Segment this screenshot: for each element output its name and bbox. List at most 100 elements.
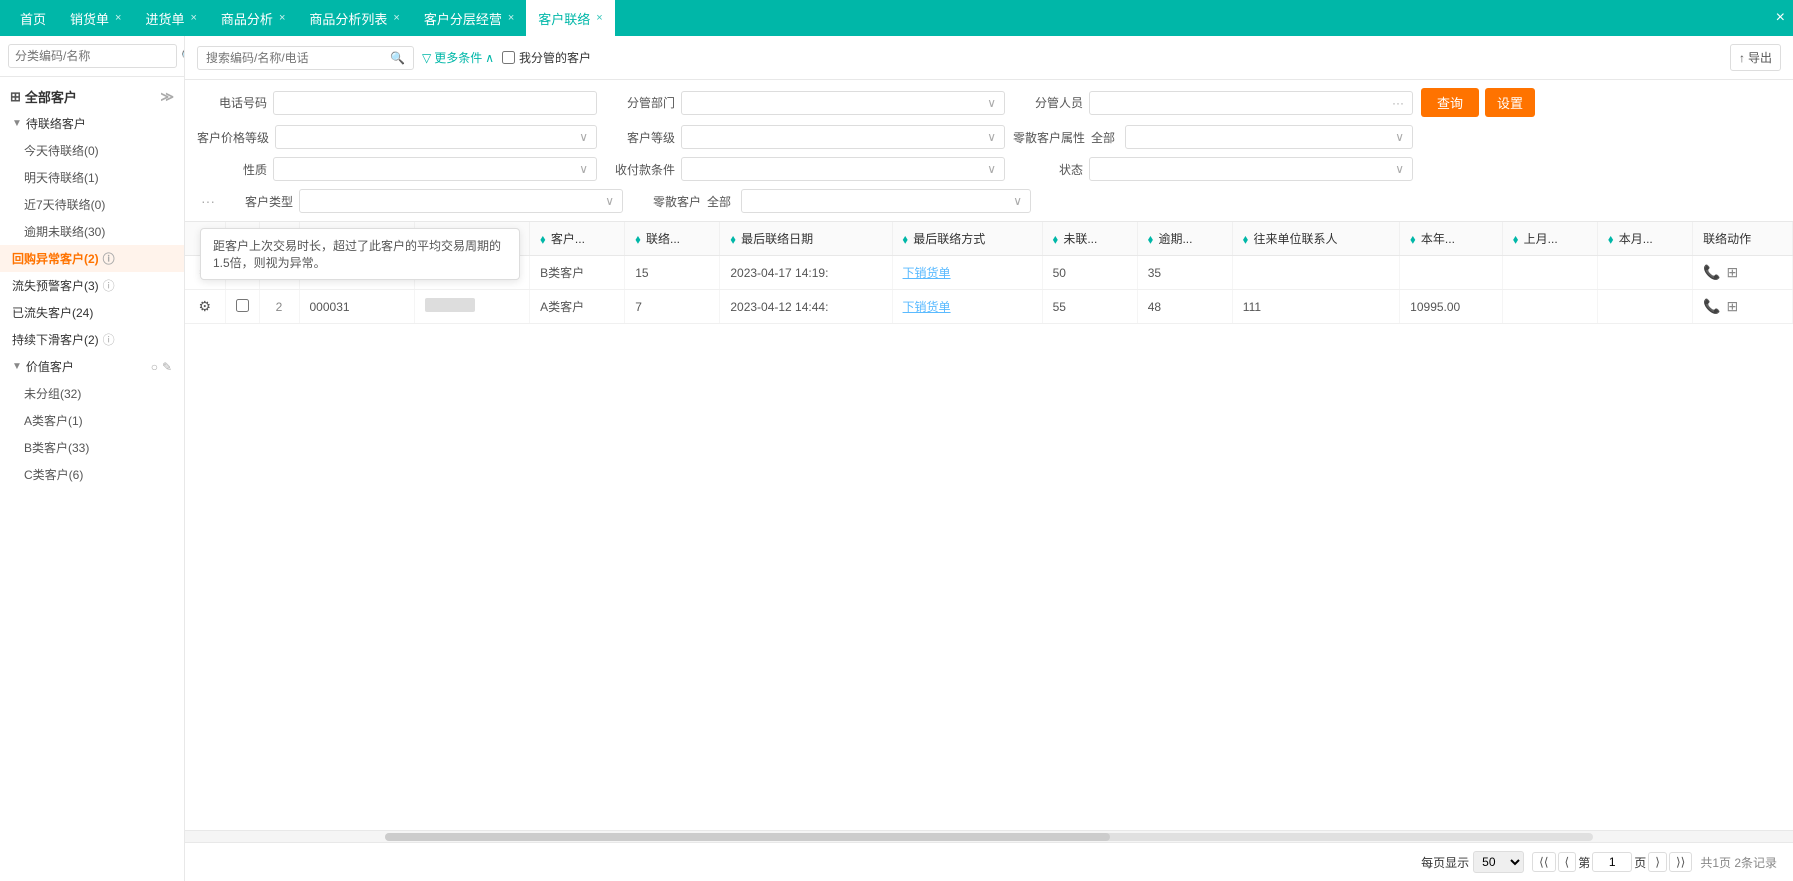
row1-contact-icon[interactable]: ⊞: [1727, 264, 1739, 281]
my-customers-checkbox[interactable]: [502, 51, 515, 64]
filter-scattered-customer-label: 零散客户: [631, 193, 701, 210]
close-product-analysis-icon[interactable]: ×: [279, 12, 285, 24]
row1-last-way-link[interactable]: 下销货单: [903, 266, 951, 280]
sidebar-value-title[interactable]: ▼ 价值客户 ○ ✎: [0, 353, 184, 380]
col-contacts-header[interactable]: ⬧ 联络...: [625, 222, 720, 256]
sidebar-declining-title[interactable]: 持续下滑客户(2) ⓘ: [0, 326, 184, 353]
info-icon3[interactable]: ⓘ: [103, 331, 115, 348]
row2-action-icons: 📞 ⊞: [1703, 298, 1782, 315]
more-conditions-btn[interactable]: ▽ 更多条件 ∧: [422, 49, 494, 66]
filter-dept-select[interactable]: ∨: [681, 91, 1005, 115]
col-uncontacted-header[interactable]: ⬧ 未联...: [1042, 222, 1137, 256]
filter-manager-select[interactable]: ···: [1089, 91, 1413, 115]
sidebar-value-a[interactable]: A类客户(1): [0, 407, 184, 434]
row1-phone-icon[interactable]: 📞: [1703, 264, 1720, 281]
filter-status: 状态 ∨: [1013, 157, 1413, 181]
col-this-month-header[interactable]: ⬧ 本月...: [1598, 222, 1693, 256]
sidebar-value-b[interactable]: B类客户(33): [0, 434, 184, 461]
export-button[interactable]: ↑ 导出: [1730, 44, 1781, 71]
sidebar-collapse-icon[interactable]: ≫: [160, 89, 174, 105]
col-type-header[interactable]: ⬧ 客户...: [530, 222, 625, 256]
query-button[interactable]: 查询: [1421, 88, 1479, 117]
tooltip-box: 距客户上次交易时长，超过了此客户的平均交易周期的1.5倍，则视为异常。: [200, 228, 520, 280]
last-page-button[interactable]: ⟩⟩: [1669, 852, 1692, 872]
table-row: ⚙ 2 000031 A类客户 7 2023-04-12 14:44:: [185, 290, 1793, 324]
export-icon: ↑: [1739, 51, 1745, 65]
sidebar-churn-warning-title[interactable]: 流失预警客户(3) ⓘ: [0, 272, 184, 299]
close-sales-order-icon[interactable]: ×: [115, 12, 121, 24]
main-search-icon[interactable]: 🔍: [390, 51, 405, 65]
filter-customer-type-select[interactable]: ∨: [299, 189, 623, 213]
col-contacts-sort-icon: ⬧: [635, 232, 640, 246]
sidebar-item-7days[interactable]: 近7天待联络(0): [0, 191, 184, 218]
sidebar-item-overdue[interactable]: 逾期未联络(30): [0, 218, 184, 245]
row1-last-way[interactable]: 下销货单: [892, 256, 1042, 290]
sidebar-search-input[interactable]: [8, 44, 177, 68]
sidebar-value-ungroup[interactable]: 未分组(32): [0, 380, 184, 407]
per-page-select[interactable]: 50 100 200: [1473, 851, 1524, 873]
row2-last-way[interactable]: 下销货单: [892, 290, 1042, 324]
row2-checkbox[interactable]: [236, 299, 249, 312]
sidebar-all-customers[interactable]: ⊞ 全部客户 ≫: [0, 83, 184, 110]
scroll-thumb[interactable]: [385, 833, 1110, 841]
info-icon2[interactable]: ⓘ: [103, 277, 115, 294]
sidebar-section-pending-title[interactable]: ▼ 待联络客户: [0, 110, 184, 137]
row2-name[interactable]: [414, 290, 529, 324]
nav-product-analysis-list[interactable]: 商品分析列表 ×: [297, 0, 411, 36]
prev-page-button[interactable]: ⟨: [1558, 852, 1577, 872]
col-last-way-header[interactable]: ⬧ 最后联络方式: [892, 222, 1042, 256]
filter-scattered-attr-select[interactable]: ∨: [1125, 125, 1413, 149]
settings-button[interactable]: 设置: [1485, 88, 1535, 117]
more-filter-icon[interactable]: ···: [201, 193, 215, 209]
filter-customer-level-select[interactable]: ∨: [681, 125, 1005, 149]
arrow-down-icon2: ▼: [12, 361, 22, 372]
my-customers-checkbox-area[interactable]: 我分管的客户: [502, 49, 591, 66]
filter-status-select[interactable]: ∨: [1089, 157, 1413, 181]
filter-phone-input[interactable]: [273, 91, 597, 115]
row2-phone-icon[interactable]: 📞: [1703, 298, 1720, 315]
close-purchase-order-icon[interactable]: ×: [190, 12, 196, 24]
scroll-track[interactable]: [385, 833, 1593, 841]
edit-icon[interactable]: ○: [151, 360, 158, 374]
nav-customer-layer[interactable]: 客户分层经营 ×: [412, 0, 526, 36]
filter-nature-select[interactable]: ∨: [273, 157, 597, 181]
first-page-button[interactable]: ⟨⟨: [1532, 852, 1555, 872]
sidebar-churned-title[interactable]: 已流失客户(24): [0, 299, 184, 326]
page-number-input[interactable]: [1592, 852, 1632, 872]
nav-purchase-order[interactable]: 进货单 ×: [133, 0, 208, 36]
filter-scattered-customer-select[interactable]: ∨: [741, 189, 1031, 213]
sidebar-item-tomorrow[interactable]: 明天待联络(1): [0, 164, 184, 191]
nav-home[interactable]: 首页: [8, 0, 58, 36]
col-overdue-header[interactable]: ⬧ 逾期...: [1137, 222, 1232, 256]
close-product-analysis-list-icon[interactable]: ×: [393, 12, 399, 24]
filter-price-level-select[interactable]: ∨: [275, 125, 597, 149]
close-customer-contact-icon[interactable]: ×: [596, 12, 602, 24]
sidebar-repurchase-abnormal-title[interactable]: 回购异常客户(2) ⓘ: [0, 245, 184, 272]
close-customer-layer-icon[interactable]: ×: [508, 12, 514, 24]
sidebar-item-today[interactable]: 今天待联络(0): [0, 137, 184, 164]
col-last-date-header[interactable]: ⬧ 最后联络日期: [720, 222, 892, 256]
horizontal-scrollbar[interactable]: [185, 830, 1793, 842]
col-this-year-header[interactable]: ⬧ 本年...: [1400, 222, 1503, 256]
nav-product-analysis[interactable]: 商品分析 ×: [209, 0, 297, 36]
row2-settings[interactable]: ⚙: [185, 290, 225, 324]
sidebar-value-c[interactable]: C类客户(6): [0, 461, 184, 488]
filter-payment-select[interactable]: ∨: [681, 157, 1005, 181]
next-page-button[interactable]: ⟩: [1648, 852, 1667, 872]
row2-check[interactable]: [225, 290, 259, 324]
filter-phone-label: 电话号码: [197, 94, 267, 111]
col-unit-contacts-header[interactable]: ⬧ 往来单位联系人: [1232, 222, 1399, 256]
col-last-month-header[interactable]: ⬧ 上月...: [1502, 222, 1597, 256]
row2-last-way-link[interactable]: 下销货单: [903, 300, 951, 314]
main-search-input[interactable]: [206, 51, 386, 65]
filter-customer-level-label: 客户等级: [605, 129, 675, 146]
config-icon[interactable]: ✎: [162, 360, 172, 374]
row2-contact-icon[interactable]: ⊞: [1727, 298, 1739, 315]
chevron-down-icon: ∨: [987, 96, 996, 110]
nav-customer-contact[interactable]: 客户联络 ×: [526, 0, 614, 36]
close-all-tabs-icon[interactable]: ×: [1776, 9, 1785, 27]
settings-cog-icon2[interactable]: ⚙: [198, 298, 211, 314]
nav-sales-order[interactable]: 销货单 ×: [58, 0, 133, 36]
row2-code[interactable]: 000031: [299, 290, 414, 324]
info-icon[interactable]: ⓘ: [103, 250, 115, 267]
